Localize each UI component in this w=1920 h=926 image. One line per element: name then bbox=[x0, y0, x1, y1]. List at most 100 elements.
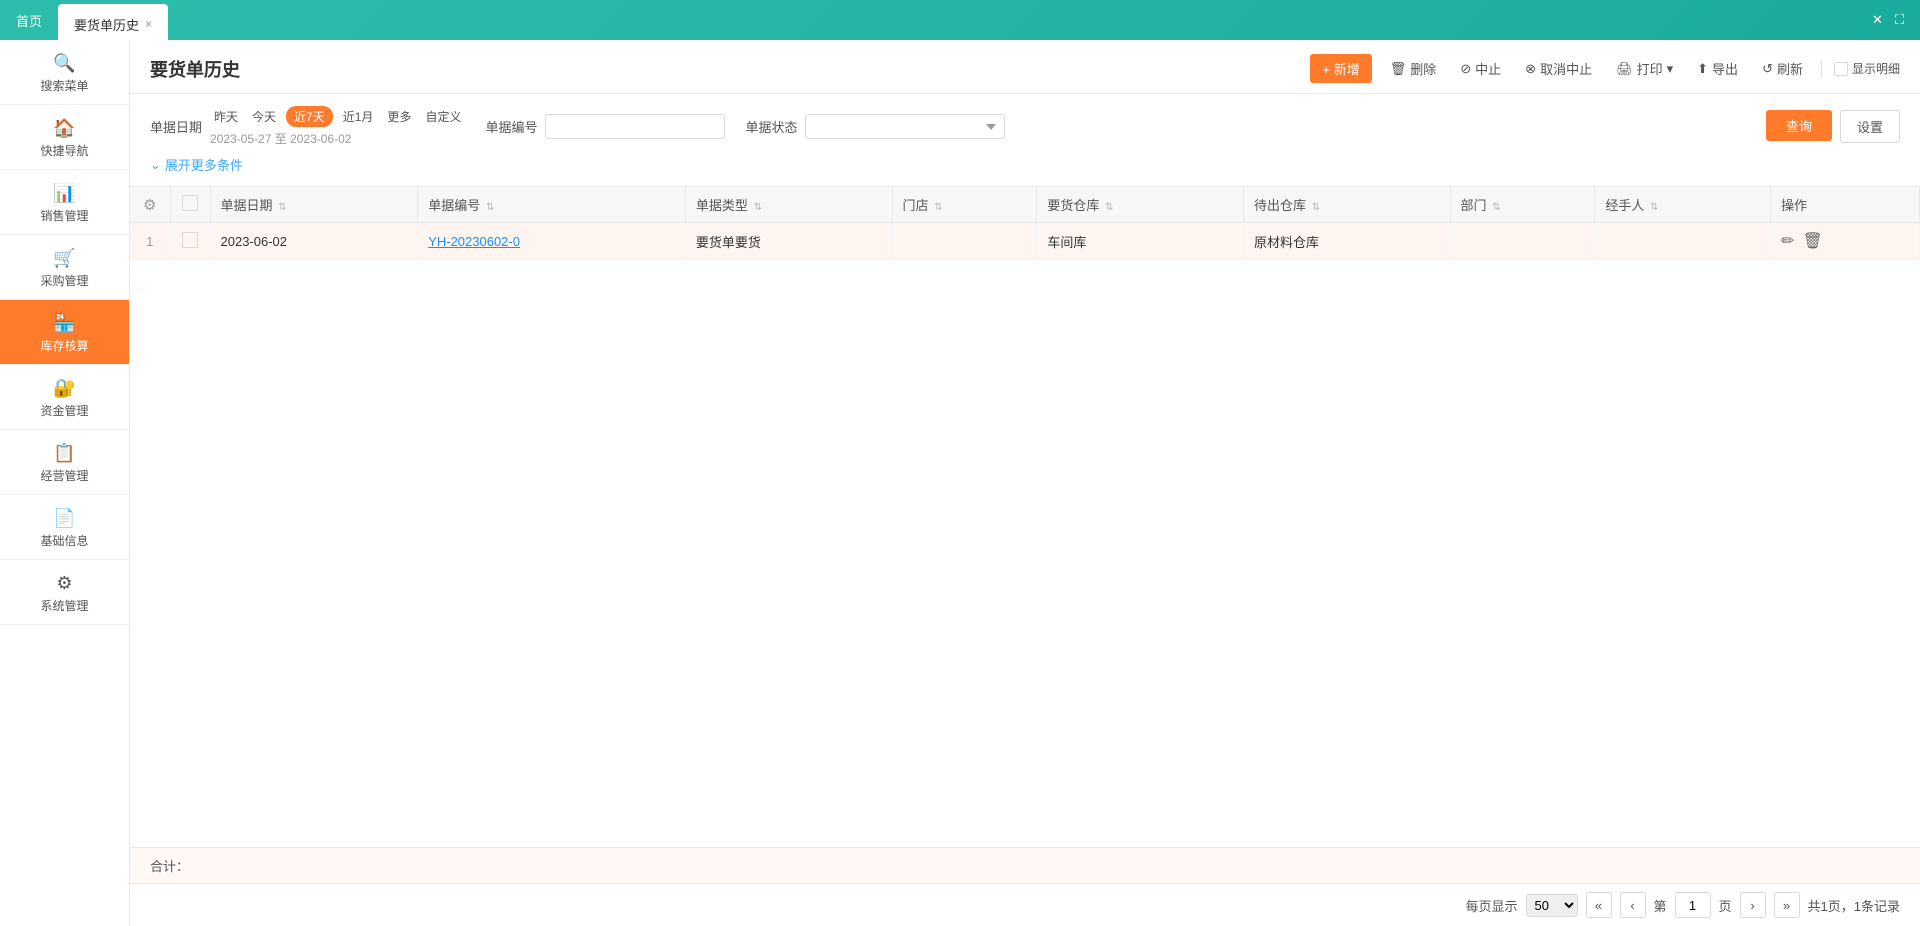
window-resize-btn[interactable]: ⛶ bbox=[1895, 12, 1904, 28]
col-pending-warehouse-label: 待出仓库 bbox=[1254, 198, 1306, 213]
date-shortcut-more[interactable]: 更多 bbox=[383, 106, 415, 127]
col-req-warehouse-sort-icon[interactable]: ⇅ bbox=[1105, 202, 1113, 213]
new-button-label: + 新增 bbox=[1322, 59, 1359, 78]
date-filter-item: 单据日期 昨天 今天 近7天 近1月 更多 自定义 2023-05-27 至 2… bbox=[150, 106, 465, 147]
expand-icon: ⌄ bbox=[150, 157, 161, 173]
col-handler-sort-icon[interactable]: ⇅ bbox=[1650, 202, 1658, 213]
date-shortcut-today[interactable]: 今天 bbox=[248, 106, 280, 127]
print-button-label: 打印 bbox=[1637, 59, 1663, 78]
expand-more-conditions[interactable]: ⌄ 展开更多条件 bbox=[150, 155, 1900, 174]
col-store-label: 门店 bbox=[903, 198, 929, 213]
page-suffix-label: 页 bbox=[1719, 896, 1732, 915]
sidebar-item-operations-mgmt-label: 经营管理 bbox=[40, 467, 88, 484]
tab-close-icon[interactable]: × bbox=[145, 17, 152, 31]
toolbar-divider bbox=[1821, 60, 1822, 78]
row-req-warehouse-value: 车间库 bbox=[1047, 235, 1086, 250]
row-doc-no-link[interactable]: YH-20230602-0 bbox=[428, 234, 520, 249]
per-page-select[interactable]: 50 20 100 bbox=[1526, 894, 1578, 917]
col-req-warehouse-label: 要货仓库 bbox=[1047, 198, 1099, 213]
col-date-label: 单据日期 bbox=[221, 198, 273, 213]
setting-button[interactable]: 设置 bbox=[1840, 110, 1900, 143]
col-dept: 部门 ⇅ bbox=[1450, 187, 1595, 223]
sidebar-item-basic-info-label: 基础信息 bbox=[40, 532, 88, 549]
sidebar-item-system-mgmt[interactable]: ⚙ 系统管理 bbox=[0, 560, 129, 625]
operations-mgmt-icon: 📋 bbox=[53, 444, 75, 462]
tab-order-history[interactable]: 要货单历史 × bbox=[58, 4, 168, 44]
basic-info-icon: 📄 bbox=[53, 509, 75, 527]
date-shortcut-1month[interactable]: 近1月 bbox=[339, 106, 378, 127]
col-doc-no-sort-icon[interactable]: ⇅ bbox=[486, 202, 494, 213]
per-page-label: 每页显示 bbox=[1465, 896, 1517, 915]
pagination-next-btn[interactable]: › bbox=[1740, 892, 1766, 918]
export-icon: ⬆ bbox=[1697, 61, 1708, 77]
sidebar-item-sales-mgmt-label: 销售管理 bbox=[40, 207, 88, 224]
page-number-input[interactable] bbox=[1675, 892, 1711, 918]
col-date-sort-icon[interactable]: ⇅ bbox=[278, 202, 286, 213]
sidebar-item-search-menu[interactable]: 🔍 搜索菜单 bbox=[0, 40, 129, 105]
col-store: 门店 ⇅ bbox=[892, 187, 1037, 223]
row-delete-icon[interactable]: 🗑 bbox=[1803, 231, 1823, 251]
pagination-first-btn[interactable]: « bbox=[1586, 892, 1612, 918]
col-store-sort-icon[interactable]: ⇅ bbox=[934, 202, 942, 213]
col-doc-type-sort-icon[interactable]: ⇅ bbox=[754, 202, 762, 213]
sidebar-item-operations-mgmt[interactable]: 📋 经营管理 bbox=[0, 430, 129, 495]
top-bar-tabs: 首页 要货单历史 × bbox=[0, 0, 168, 40]
date-shortcut-yesterday[interactable]: 昨天 bbox=[210, 106, 242, 127]
pagination-last-btn[interactable]: » bbox=[1774, 892, 1800, 918]
display-detail-toggle[interactable]: 显示明细 bbox=[1834, 60, 1900, 77]
sidebar-item-inventory[interactable]: 🏪 库存核算 bbox=[0, 300, 129, 365]
col-pending-warehouse: 待出仓库 ⇅ bbox=[1243, 187, 1450, 223]
sidebar-item-finance-mgmt[interactable]: 🔐 资金管理 bbox=[0, 365, 129, 430]
row-no: 1 bbox=[130, 223, 170, 260]
row-doc-type-value: 要货单要货 bbox=[696, 235, 761, 250]
table-header-row: ⚙ 单据日期 ⇅ 单据编号 ⇅ bbox=[130, 187, 1920, 223]
date-shortcut-custom[interactable]: 自定义 bbox=[421, 106, 465, 127]
col-req-warehouse: 要货仓库 ⇅ bbox=[1037, 187, 1244, 223]
pagination-last-icon: » bbox=[1783, 898, 1790, 913]
window-close-btn[interactable]: ✕ bbox=[1872, 12, 1883, 28]
query-button[interactable]: 查询 bbox=[1766, 110, 1832, 141]
row-doc-type: 要货单要货 bbox=[685, 223, 892, 260]
sidebar-item-basic-info[interactable]: 📄 基础信息 bbox=[0, 495, 129, 560]
refresh-button[interactable]: ↺ 刷新 bbox=[1756, 55, 1809, 82]
delete-icon: 🗑 bbox=[1390, 61, 1407, 77]
row-edit-icon[interactable]: ✏ bbox=[1781, 231, 1794, 251]
tab-home[interactable]: 首页 bbox=[0, 0, 58, 40]
search-menu-icon: 🔍 bbox=[53, 54, 75, 72]
sidebar: 🔍 搜索菜单 🏠 快捷导航 📊 销售管理 🛒 采购管理 🏪 库存核算 🔐 资金管… bbox=[0, 40, 130, 926]
page-prefix-label: 第 bbox=[1654, 896, 1667, 915]
sidebar-item-quick-nav-label: 快捷导航 bbox=[40, 142, 88, 159]
sidebar-item-purchase-mgmt[interactable]: 🛒 采购管理 bbox=[0, 235, 129, 300]
row-checkbox[interactable] bbox=[182, 232, 198, 248]
filter-area: 单据日期 昨天 今天 近7天 近1月 更多 自定义 2023-05-27 至 2… bbox=[130, 94, 1920, 187]
col-dept-sort-icon[interactable]: ⇅ bbox=[1492, 202, 1500, 213]
doc-no-input[interactable] bbox=[545, 114, 725, 139]
delete-button[interactable]: 🗑 删除 bbox=[1384, 55, 1443, 82]
col-handler: 经手人 ⇅ bbox=[1595, 187, 1771, 223]
col-settings[interactable]: ⚙ bbox=[130, 187, 170, 223]
col-checkbox bbox=[170, 187, 210, 223]
data-table: ⚙ 单据日期 ⇅ 单据编号 ⇅ bbox=[130, 187, 1920, 260]
date-shortcut-7days[interactable]: 近7天 bbox=[286, 106, 333, 127]
top-bar: 首页 要货单历史 × ✕ ⛶ bbox=[0, 0, 1920, 40]
export-button[interactable]: ⬆ 导出 bbox=[1691, 55, 1744, 82]
sidebar-item-search-menu-label: 搜索菜单 bbox=[40, 77, 88, 94]
cancel-suspend-button[interactable]: ⊗ 取消中止 bbox=[1519, 55, 1598, 82]
row-pending-warehouse-value: 原材料仓库 bbox=[1254, 235, 1319, 250]
sidebar-item-purchase-mgmt-label: 采购管理 bbox=[40, 272, 88, 289]
display-detail-label: 显示明细 bbox=[1852, 60, 1900, 77]
print-button[interactable]: 🖨 打印 ▾ bbox=[1610, 55, 1679, 82]
suspend-icon: ⊘ bbox=[1460, 61, 1471, 77]
column-settings-icon[interactable]: ⚙ bbox=[143, 197, 156, 214]
pagination-prev-btn[interactable]: ‹ bbox=[1620, 892, 1646, 918]
doc-status-select[interactable] bbox=[805, 114, 1005, 139]
new-button[interactable]: + 新增 bbox=[1310, 54, 1371, 83]
sidebar-item-quick-nav[interactable]: 🏠 快捷导航 bbox=[0, 105, 129, 170]
date-shortcuts-row: 昨天 今天 近7天 近1月 更多 自定义 bbox=[210, 106, 465, 127]
select-all-checkbox[interactable] bbox=[182, 195, 198, 211]
doc-status-filter-item: 单据状态 bbox=[745, 114, 1005, 139]
row-date: 2023-06-02 bbox=[210, 223, 418, 260]
suspend-button[interactable]: ⊘ 中止 bbox=[1454, 55, 1507, 82]
sidebar-item-sales-mgmt[interactable]: 📊 销售管理 bbox=[0, 170, 129, 235]
col-pending-warehouse-sort-icon[interactable]: ⇅ bbox=[1312, 202, 1320, 213]
